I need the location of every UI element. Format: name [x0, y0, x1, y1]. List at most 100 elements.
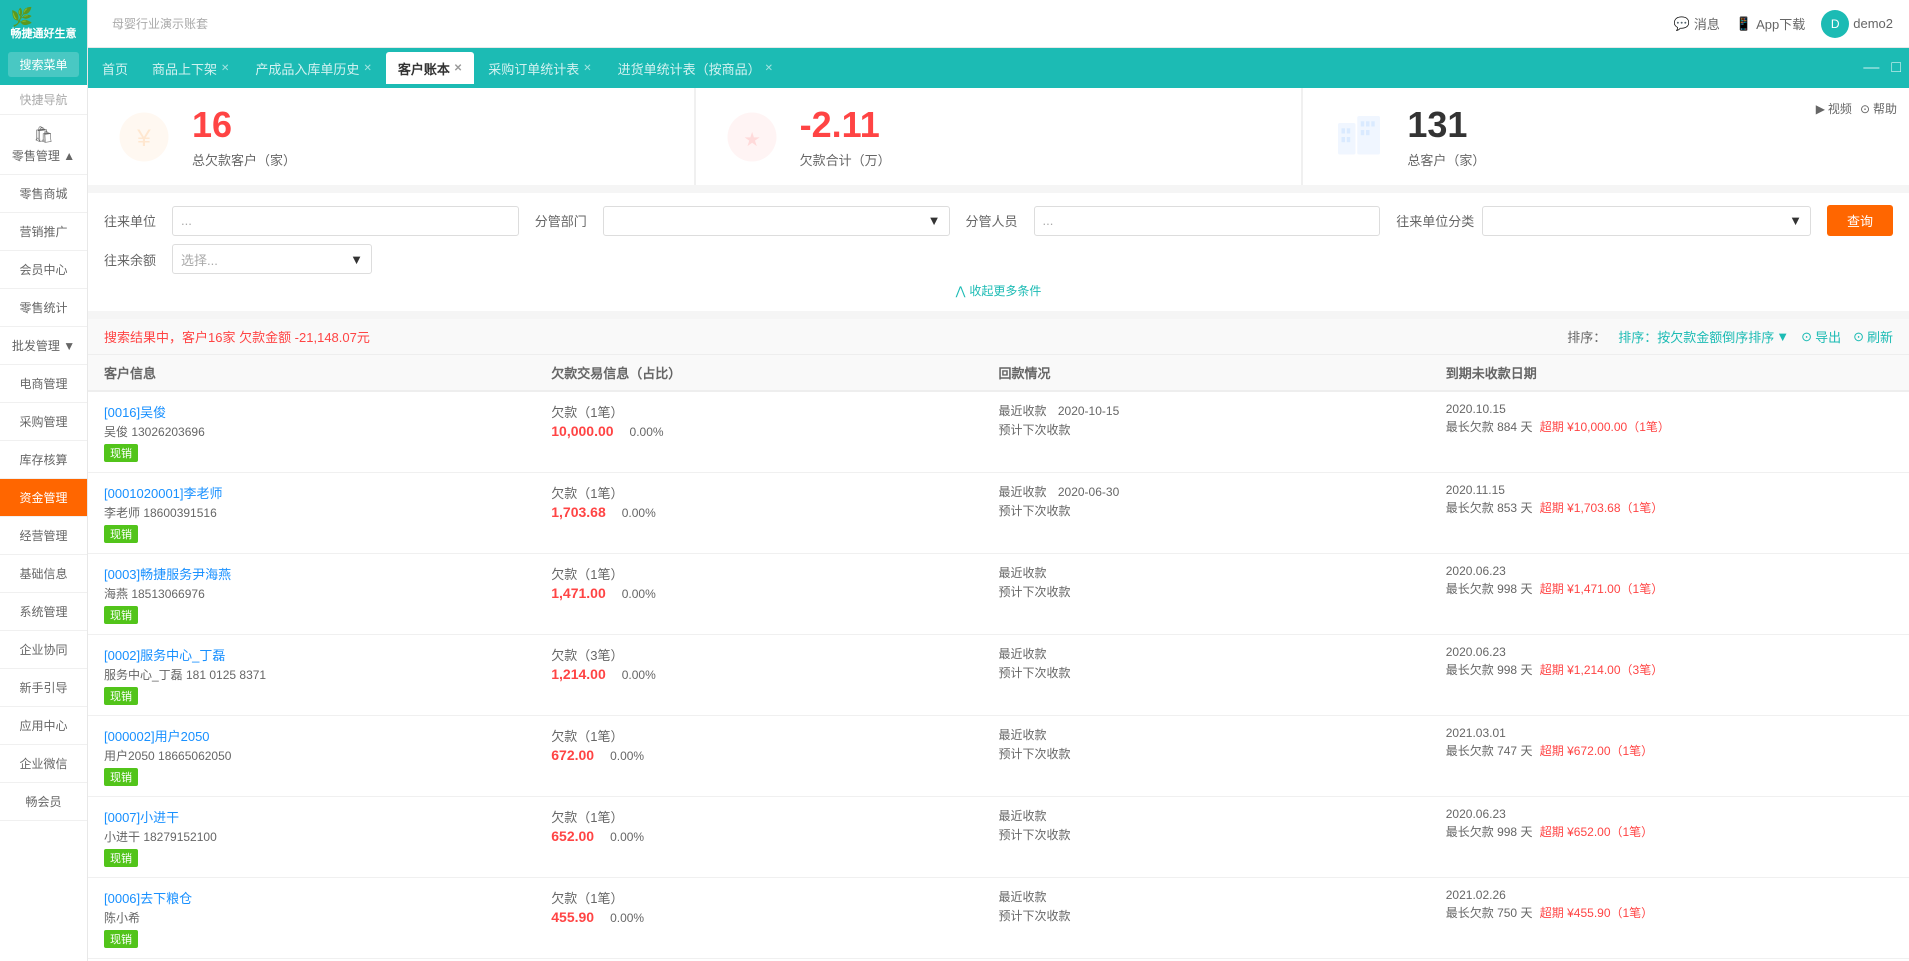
debt-count: 欠款（1笔） — [551, 402, 998, 421]
overdue-link[interactable]: 超期 ¥652.00（1笔） — [1540, 825, 1653, 839]
search-button[interactable]: 查询 — [1827, 205, 1893, 236]
customer-name-link[interactable]: [0001020001]李老师 — [104, 486, 223, 501]
overdue-date: 2020.10.15 — [1446, 402, 1893, 416]
sidebar-item-batch-mgmt[interactable]: 批发管理 ▼ — [0, 327, 87, 365]
stat-overdue-text: 16 总欠款客户（家） — [192, 104, 670, 169]
overdue-date-cell: 2020.11.15 最长欠款 853 天 超期 ¥1,703.68（1笔） — [1446, 483, 1893, 516]
debt-percent: 0.00% — [610, 830, 644, 844]
sidebar-item-inventory[interactable]: 库存核算 — [0, 441, 87, 479]
tab-close-product-history[interactable]: ✕ — [363, 63, 371, 74]
message-icon: 💬 — [1674, 16, 1690, 32]
app-download-btn[interactable]: 📱 App下载 — [1736, 14, 1805, 33]
refresh-button[interactable]: ⊙ 刷新 — [1853, 327, 1893, 346]
table-row: [0006]去下粮仓 陈小希 现销 欠款（1笔） 455.90 0.00% 最近… — [88, 878, 1909, 959]
sidebar-item-app-center[interactable]: 应用中心 — [0, 707, 87, 745]
tab-close-purchase-order[interactable]: ✕ — [583, 63, 591, 74]
user-avatar-btn[interactable]: D demo2 — [1821, 10, 1893, 38]
topbar: 母婴行业演示账套 💬 消息 📱 App下载 D demo2 — [88, 0, 1909, 48]
help-btn[interactable]: ⊙ 帮助 — [1860, 100, 1897, 117]
tab-close-product-offline[interactable]: ✕ — [221, 63, 229, 74]
overdue-link[interactable]: 超期 ¥455.90（1笔） — [1540, 906, 1653, 920]
app-logo: 🌿 畅捷通好生意 — [0, 0, 87, 48]
sort-button[interactable]: 排序：按欠款金额倒序排序 ▼ — [1618, 327, 1789, 346]
sidebar-item-new-guide[interactable]: 新手引导 — [0, 669, 87, 707]
sidebar-item-finance[interactable]: 资金管理 — [0, 479, 87, 517]
tab-purchase-stats[interactable]: 进货单统计表（按商品） ✕ — [606, 52, 785, 84]
tab-home[interactable]: 首页 — [92, 52, 138, 84]
overdue-detail: 最长欠款 853 天 超期 ¥1,703.68（1笔） — [1446, 499, 1893, 516]
tab-product-history[interactable]: 产成品入库单历史 ✕ — [243, 52, 383, 84]
dept-select[interactable]: ▼ — [603, 206, 950, 236]
sidebar-item-purchase[interactable]: 采购管理 — [0, 403, 87, 441]
debt-percent: 0.00% — [622, 587, 656, 601]
sidebar-item-members[interactable]: 会员中心 — [0, 251, 87, 289]
customer-name-link[interactable]: [0016]吴俊 — [104, 405, 166, 420]
recovery-next: 预计下次收款 — [999, 421, 1446, 438]
overdue-date-cell: 2021.03.01 最长欠款 747 天 超期 ¥672.00（1笔） — [1446, 726, 1893, 759]
collapse-filters-btn[interactable]: ⋀ 收起更多条件 — [104, 282, 1893, 299]
debt-amount: 672.00 — [551, 747, 594, 763]
customer-name-link[interactable]: [0007]小进干 — [104, 810, 179, 825]
sidebar-item-enterprise-wx[interactable]: 企业微信 — [0, 745, 87, 783]
tab-customer-account[interactable]: 客户账本 ✕ — [386, 52, 474, 84]
debt-percent: 0.00% — [622, 506, 656, 520]
sidebar-item-basic-info[interactable]: 基础信息 — [0, 555, 87, 593]
search-menu-button[interactable]: 搜索菜单 — [8, 52, 79, 77]
minimize-button[interactable]: — — [1859, 59, 1883, 77]
overdue-amount-icon: ★ — [720, 105, 784, 169]
customer-name-link[interactable]: [0002]服务中心_丁磊 — [104, 648, 225, 663]
message-btn[interactable]: 💬 消息 — [1674, 14, 1720, 33]
overdue-detail: 最长欠款 750 天 超期 ¥455.90（1笔） — [1446, 904, 1893, 921]
debt-info-cell: 欠款（1笔） 1,471.00 0.00% — [551, 564, 998, 601]
unit-class-select[interactable]: ▼ — [1482, 206, 1811, 236]
overdue-link[interactable]: 超期 ¥1,703.68（1笔） — [1540, 501, 1663, 515]
maximize-button[interactable]: □ — [1887, 59, 1905, 77]
tab-close-purchase-stats[interactable]: ✕ — [765, 63, 773, 74]
customer-phone: 海燕 18513066976 — [104, 585, 551, 602]
view-video-btn[interactable]: ▶ 视频 — [1816, 100, 1852, 117]
overdue-date-cell: 2020.10.15 最长欠款 884 天 超期 ¥10,000.00（1笔） — [1446, 402, 1893, 435]
sidebar-item-operations[interactable]: 经营管理 — [0, 517, 87, 555]
export-button[interactable]: ⊙ 导出 — [1801, 327, 1841, 346]
tab-purchase-order[interactable]: 采购订单统计表 ✕ — [476, 52, 603, 84]
table-row: [0002]服务中心_丁磊 服务中心_丁磊 181 0125 8371 现销 欠… — [88, 635, 1909, 716]
tab-close-customer-account[interactable]: ✕ — [454, 63, 462, 74]
overdue-link[interactable]: 超期 ¥10,000.00（1笔） — [1540, 420, 1670, 434]
sidebar-item-retail-mgmt[interactable]: 🛍 零售管理 ▲ — [0, 115, 87, 175]
stat-total-customers: 131 总客户（家） ▶ 视频 ⊙ 帮助 — [1303, 88, 1909, 185]
balance-select[interactable]: 选择... ▼ — [172, 244, 372, 274]
customer-name-link[interactable]: [000002]用户2050 — [104, 729, 210, 744]
sidebar-item-enterprise-collab[interactable]: 企业协同 — [0, 631, 87, 669]
sidebar-item-ecommerce[interactable]: 电商管理 — [0, 365, 87, 403]
filter-from-unit: 往来单位 ... — [104, 206, 519, 236]
from-unit-label: 往来单位 — [104, 211, 164, 230]
recovery-date: 最近收款 2020-06-30 — [999, 483, 1446, 500]
dept-label: 分管部门 — [535, 211, 595, 230]
overdue-date-cell: 2021.02.26 最长欠款 750 天 超期 ¥455.90（1笔） — [1446, 888, 1893, 921]
overdue-customers-number: 16 — [192, 104, 670, 146]
stat-overdue-customers: ¥ 16 总欠款客户（家） — [88, 88, 695, 185]
overdue-date: 2021.03.01 — [1446, 726, 1893, 740]
stats-container: ¥ 16 总欠款客户（家） ★ — [88, 88, 1909, 185]
filter-unit-class: 往来单位分类 ▼ — [1396, 206, 1811, 236]
sidebar-item-system[interactable]: 系统管理 — [0, 593, 87, 631]
customer-info-cell: [0002]服务中心_丁磊 服务中心_丁磊 181 0125 8371 现销 — [104, 645, 551, 705]
debt-info-cell: 欠款（1笔） 455.90 0.00% — [551, 888, 998, 925]
sidebar-item-member-plus[interactable]: 畅会员 — [0, 783, 87, 821]
overdue-customers-icon: ¥ — [112, 105, 176, 169]
overdue-link[interactable]: 超期 ¥1,214.00（3笔） — [1540, 663, 1663, 677]
recovery-cell: 最近收款 预计下次收款 — [999, 807, 1446, 843]
overdue-amount-number: -2.11 — [800, 104, 1278, 146]
overdue-link[interactable]: 超期 ¥672.00（1笔） — [1540, 744, 1653, 758]
sidebar-item-marketing[interactable]: 营销推广 — [0, 213, 87, 251]
overdue-link[interactable]: 超期 ¥1,471.00（1笔） — [1540, 582, 1663, 596]
tab-product-offline[interactable]: 商品上下架 ✕ — [140, 52, 241, 84]
customer-name-link[interactable]: [0006]去下粮仓 — [104, 891, 192, 906]
overdue-date: 2020.06.23 — [1446, 807, 1893, 821]
from-unit-input[interactable]: ... — [172, 206, 519, 236]
recovery-date: 最近收款 — [999, 807, 1446, 824]
person-input[interactable]: ... — [1034, 206, 1381, 236]
sidebar-item-retail-mall[interactable]: 零售商城 — [0, 175, 87, 213]
customer-name-link[interactable]: [0003]畅捷服务尹海燕 — [104, 567, 231, 582]
sidebar-item-retail-stats[interactable]: 零售统计 — [0, 289, 87, 327]
